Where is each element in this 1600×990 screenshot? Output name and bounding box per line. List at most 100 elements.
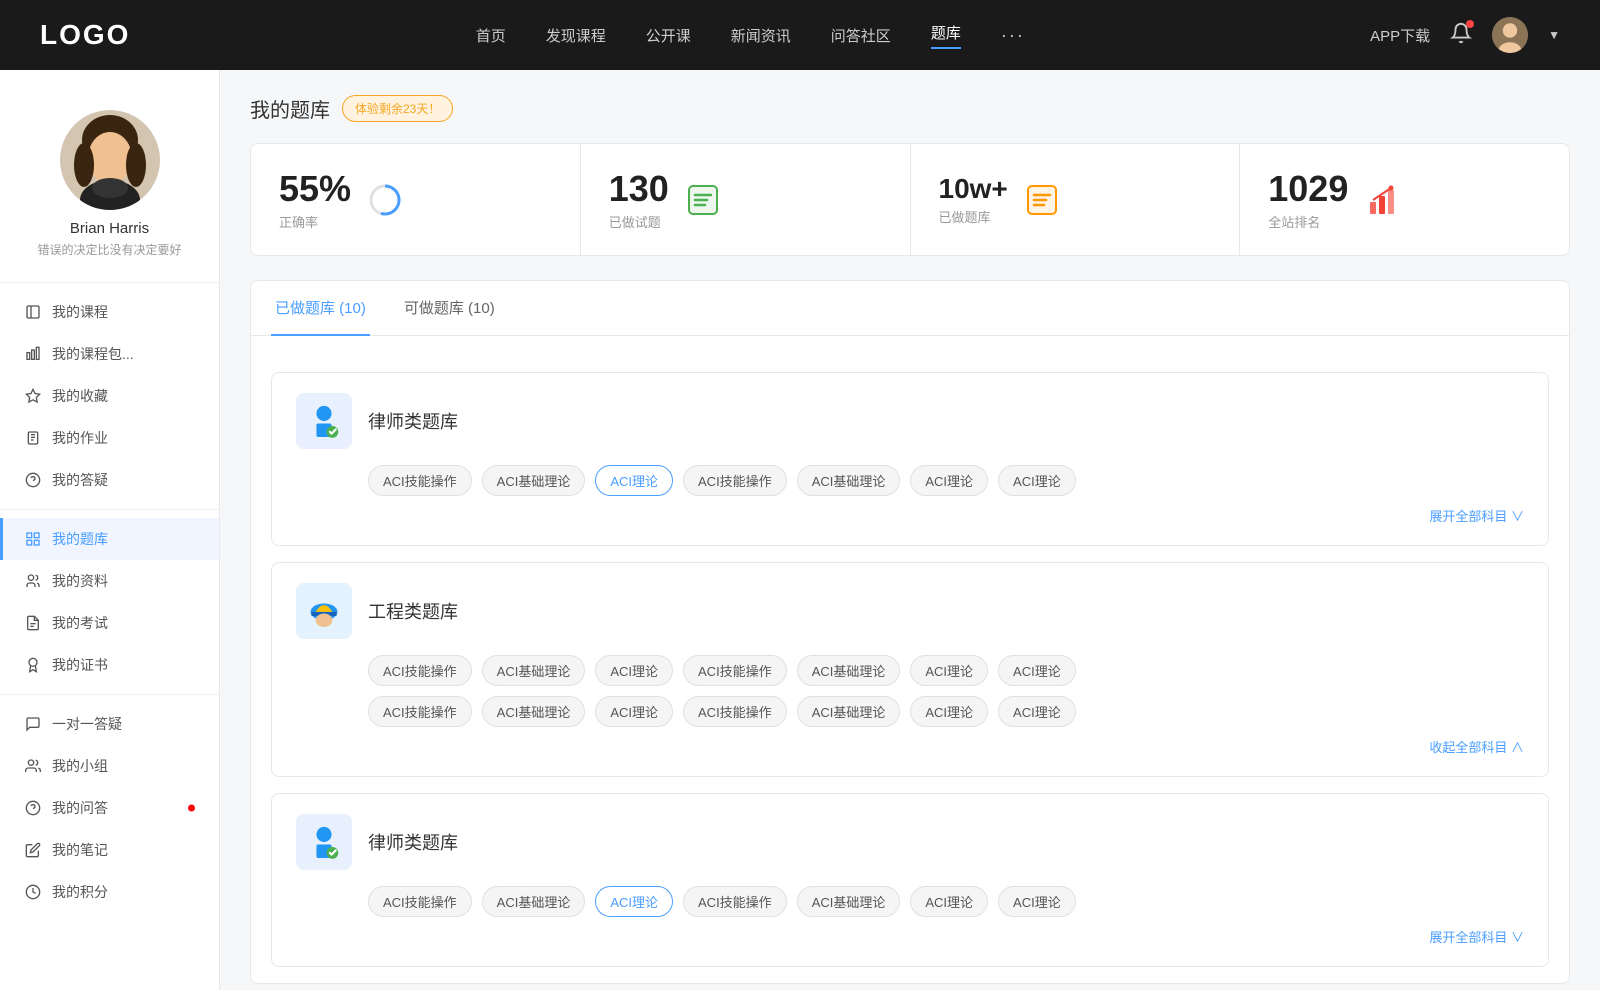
sidebar-divider-3 xyxy=(0,694,219,695)
list-green-icon xyxy=(685,182,721,218)
sidebar-item-my-notes[interactable]: 我的笔记 xyxy=(0,829,219,871)
bank-tag[interactable]: ACI基础理论 xyxy=(482,655,586,686)
stat-site-rank: 1029 全站排名 xyxy=(1240,144,1569,255)
stat-accuracy: 55% 正确率 xyxy=(251,144,581,255)
nav-open-course[interactable]: 公开课 xyxy=(646,25,691,46)
sidebar-item-my-points[interactable]: 我的积分 xyxy=(0,871,219,913)
bank-tag[interactable]: ACI基础理论 xyxy=(797,696,901,727)
bank-tag[interactable]: ACI理论 xyxy=(998,696,1076,727)
bank-tag[interactable]: ACI理论 xyxy=(998,655,1076,686)
sidebar-item-my-collect[interactable]: 我的收藏 xyxy=(0,375,219,417)
sidebar-item-my-homework[interactable]: 我的作业 xyxy=(0,417,219,459)
bank-tag-active[interactable]: ACI理论 xyxy=(595,465,673,496)
tab-available-banks[interactable]: 可做题库 (10) xyxy=(400,281,499,336)
stat-accuracy-label: 正确率 xyxy=(279,212,351,231)
sidebar-item-my-course[interactable]: 我的课程 xyxy=(0,291,219,333)
bank-item-engineer: 工程类题库 ACI技能操作 ACI基础理论 ACI理论 ACI技能操作 ACI基… xyxy=(271,562,1549,777)
bank-tag[interactable]: ACI基础理论 xyxy=(482,696,586,727)
bank-tag[interactable]: ACI理论 xyxy=(910,655,988,686)
users-icon xyxy=(24,757,42,775)
bank-tag[interactable]: ACI基础理论 xyxy=(482,886,586,917)
trial-badge: 体验剩余23天！ xyxy=(342,95,453,122)
tab-done-banks[interactable]: 已做题库 (10) xyxy=(271,281,370,336)
nav-right: APP下载 ▼ xyxy=(1370,17,1560,53)
bank-tags-lawyer-1: ACI技能操作 ACI基础理论 ACI理论 ACI技能操作 ACI基础理论 AC… xyxy=(368,465,1524,496)
sidebar-item-my-profile[interactable]: 我的资料 xyxy=(0,560,219,602)
bank-tag[interactable]: ACI基础理论 xyxy=(797,465,901,496)
nav-discover[interactable]: 发现课程 xyxy=(546,25,606,46)
bank-tags-engineer-row2: ACI技能操作 ACI基础理论 ACI理论 ACI技能操作 ACI基础理论 AC… xyxy=(368,696,1524,727)
bank-tag[interactable]: ACI理论 xyxy=(910,696,988,727)
stat-site-rank-label: 全站排名 xyxy=(1268,212,1348,231)
points-icon xyxy=(24,883,42,901)
stat-done-banks-label: 已做题库 xyxy=(939,207,1008,226)
nav-more[interactable]: ··· xyxy=(1001,25,1025,46)
sidebar-label-my-course: 我的课程 xyxy=(52,302,108,322)
question-circle-icon xyxy=(24,471,42,489)
sidebar-item-my-group[interactable]: 我的小组 xyxy=(0,745,219,787)
bank-tag[interactable]: ACI技能操作 xyxy=(683,886,787,917)
expand-lawyer-2[interactable]: 展开全部科目 ∨ xyxy=(296,927,1524,946)
bank-tag[interactable]: ACI理论 xyxy=(910,465,988,496)
sidebar-item-my-cert[interactable]: 我的证书 xyxy=(0,644,219,686)
stat-done-banks: 10w+ 已做题库 xyxy=(911,144,1241,255)
user-dropdown-arrow[interactable]: ▼ xyxy=(1548,28,1560,42)
stat-done-questions-text: 130 已做试题 xyxy=(609,168,669,231)
star-icon xyxy=(24,387,42,405)
bank-tag[interactable]: ACI技能操作 xyxy=(368,886,472,917)
edit-icon xyxy=(24,841,42,859)
lawyer-icon-1 xyxy=(296,393,352,449)
bank-tag[interactable]: ACI技能操作 xyxy=(368,696,472,727)
sidebar-item-one-on-one[interactable]: 一对一答疑 xyxy=(0,703,219,745)
sidebar-user-name: Brian Harris xyxy=(20,220,199,237)
sidebar-item-my-course-pkg[interactable]: 我的课程包... xyxy=(0,333,219,375)
sidebar-label-my-course-pkg: 我的课程包... xyxy=(52,344,134,364)
user-avatar[interactable] xyxy=(1492,17,1528,53)
notification-dot xyxy=(1466,20,1474,28)
sidebar-item-my-exam[interactable]: 我的考试 xyxy=(0,602,219,644)
page-header: 我的题库 体验剩余23天！ xyxy=(250,94,1570,123)
bank-title-lawyer-2: 律师类题库 xyxy=(368,829,458,855)
expand-engineer[interactable]: 收起全部科目 ∧ xyxy=(296,737,1524,756)
bank-tag[interactable]: ACI基础理论 xyxy=(797,886,901,917)
nav-qa-community[interactable]: 问答社区 xyxy=(831,25,891,46)
nav-bank[interactable]: 题库 xyxy=(931,22,961,49)
sidebar-divider-1 xyxy=(0,282,219,283)
tabs-row: 已做题库 (10) 可做题库 (10) xyxy=(251,281,1569,336)
bank-tag[interactable]: ACI理论 xyxy=(910,886,988,917)
sidebar-label-my-profile: 我的资料 xyxy=(52,571,108,591)
stats-row: 55% 正确率 130 已做试题 xyxy=(250,143,1570,256)
bank-tag[interactable]: ACI技能操作 xyxy=(368,465,472,496)
nav-news[interactable]: 新闻资讯 xyxy=(731,25,791,46)
bar-chart-red-icon xyxy=(1364,182,1400,218)
stat-accuracy-text: 55% 正确率 xyxy=(279,168,351,231)
bank-item-lawyer-1: 律师类题库 ACI技能操作 ACI基础理论 ACI理论 ACI技能操作 ACI基… xyxy=(271,372,1549,546)
expand-lawyer-1[interactable]: 展开全部科目 ∨ xyxy=(296,506,1524,525)
app-download-button[interactable]: APP下载 xyxy=(1370,25,1430,46)
bank-tag[interactable]: ACI基础理论 xyxy=(797,655,901,686)
bank-tag[interactable]: ACI理论 xyxy=(595,655,673,686)
bank-title-engineer: 工程类题库 xyxy=(368,598,458,624)
stat-site-rank-num: 1029 xyxy=(1268,168,1348,210)
bank-tag-active[interactable]: ACI理论 xyxy=(595,886,673,917)
bank-tag[interactable]: ACI理论 xyxy=(595,696,673,727)
lawyer-icon-2 xyxy=(296,814,352,870)
bank-tag[interactable]: ACI技能操作 xyxy=(683,655,787,686)
sidebar-label-my-notes: 我的笔记 xyxy=(52,840,108,860)
notification-bell[interactable] xyxy=(1450,22,1472,49)
grid-icon xyxy=(24,530,42,548)
bank-tag[interactable]: ACI理论 xyxy=(998,465,1076,496)
sidebar-item-my-qa2[interactable]: 我的问答 xyxy=(0,787,219,829)
logo: LOGO xyxy=(40,19,130,51)
nav-home[interactable]: 首页 xyxy=(476,25,506,46)
sidebar-label-my-homework: 我的作业 xyxy=(52,428,108,448)
sidebar-item-my-qa[interactable]: 我的答疑 xyxy=(0,459,219,501)
sidebar-item-my-bank[interactable]: 我的题库 xyxy=(0,518,219,560)
bank-tag[interactable]: ACI理论 xyxy=(998,886,1076,917)
bank-tag[interactable]: ACI基础理论 xyxy=(482,465,586,496)
sidebar-label-my-qa: 我的答疑 xyxy=(52,470,108,490)
bank-tag[interactable]: ACI技能操作 xyxy=(683,465,787,496)
bank-tag[interactable]: ACI技能操作 xyxy=(368,655,472,686)
bank-tag[interactable]: ACI技能操作 xyxy=(683,696,787,727)
sidebar: Brian Harris 错误的决定比没有决定要好 我的课程 我的课程包... xyxy=(0,70,220,990)
